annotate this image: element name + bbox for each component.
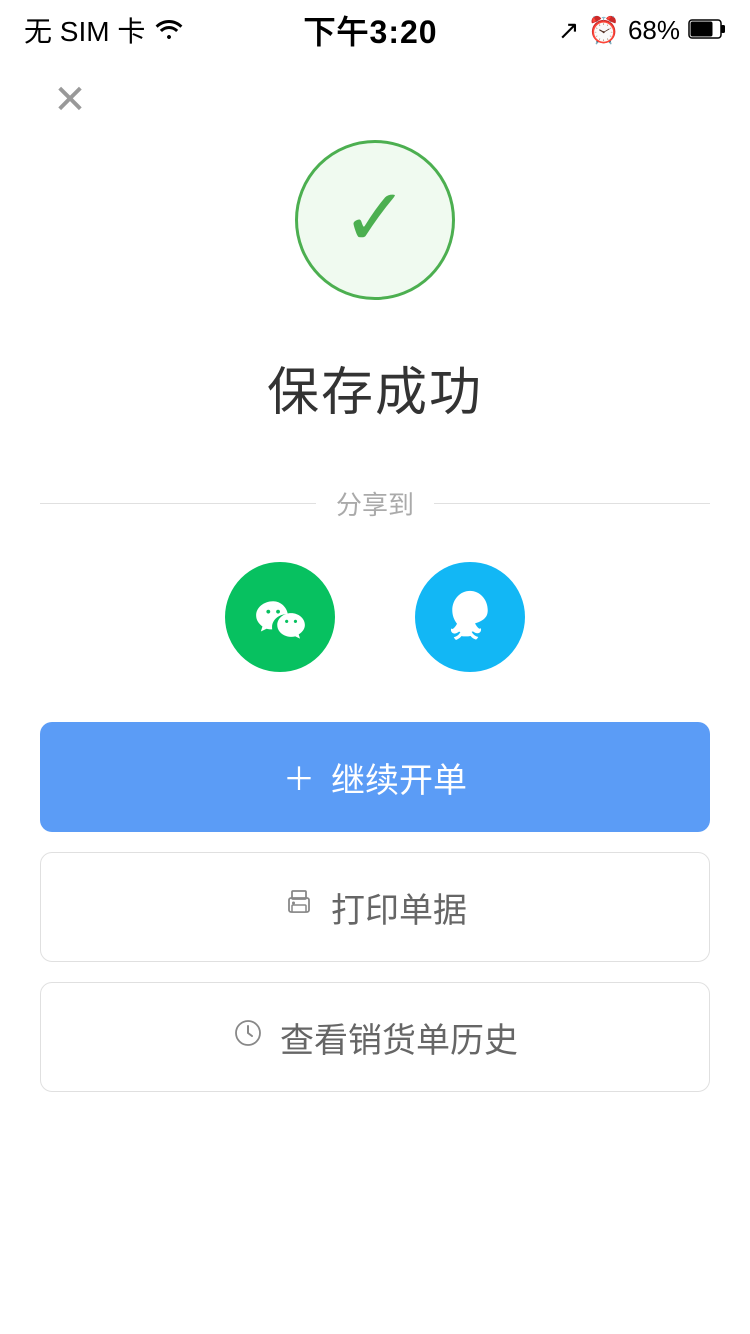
qq-icon	[440, 585, 500, 650]
status-bar: 无 SIM 卡 下午3:20 ↗ ⏰ 68%	[0, 0, 750, 60]
battery-icon	[688, 15, 726, 46]
status-left: 无 SIM 卡	[24, 10, 183, 50]
history-label: 查看销货单历史	[280, 1013, 518, 1062]
close-button[interactable]: ✕	[40, 70, 100, 130]
share-divider: 分享到	[40, 485, 710, 522]
share-wechat-button[interactable]	[225, 562, 335, 672]
main-content: ✓ 保存成功 分享到	[0, 60, 750, 1092]
share-qq-button[interactable]	[415, 562, 525, 672]
wifi-icon	[155, 14, 183, 46]
history-button[interactable]: 查看销货单历史	[40, 982, 710, 1092]
action-buttons: ＋ 继续开单 打印单据 查看销货单历史	[0, 722, 750, 1092]
checkmark-icon: ✓	[341, 178, 408, 258]
print-label: 打印单据	[331, 883, 467, 932]
success-title: 保存成功	[267, 350, 483, 425]
carrier-text: 无 SIM 卡	[24, 10, 145, 50]
continue-button[interactable]: ＋ 继续开单	[40, 722, 710, 832]
clock-icon	[232, 1017, 264, 1057]
continue-label: 继续开单	[331, 753, 467, 802]
status-time: 下午3:20	[304, 7, 438, 53]
divider-right	[434, 503, 710, 504]
plus-icon: ＋	[283, 754, 315, 800]
print-icon	[283, 887, 315, 927]
print-button[interactable]: 打印单据	[40, 852, 710, 962]
battery-percentage: 68%	[628, 15, 680, 46]
share-label: 分享到	[336, 485, 414, 522]
share-section: 分享到	[0, 485, 750, 672]
success-circle: ✓	[295, 140, 455, 300]
divider-left	[40, 503, 316, 504]
alarm-icon: ⏰	[588, 15, 620, 46]
status-right: ↗ ⏰ 68%	[558, 15, 726, 46]
close-icon: ✕	[53, 80, 87, 120]
location-icon: ↗	[558, 15, 580, 46]
share-buttons	[40, 562, 710, 672]
wechat-icon	[248, 585, 313, 650]
